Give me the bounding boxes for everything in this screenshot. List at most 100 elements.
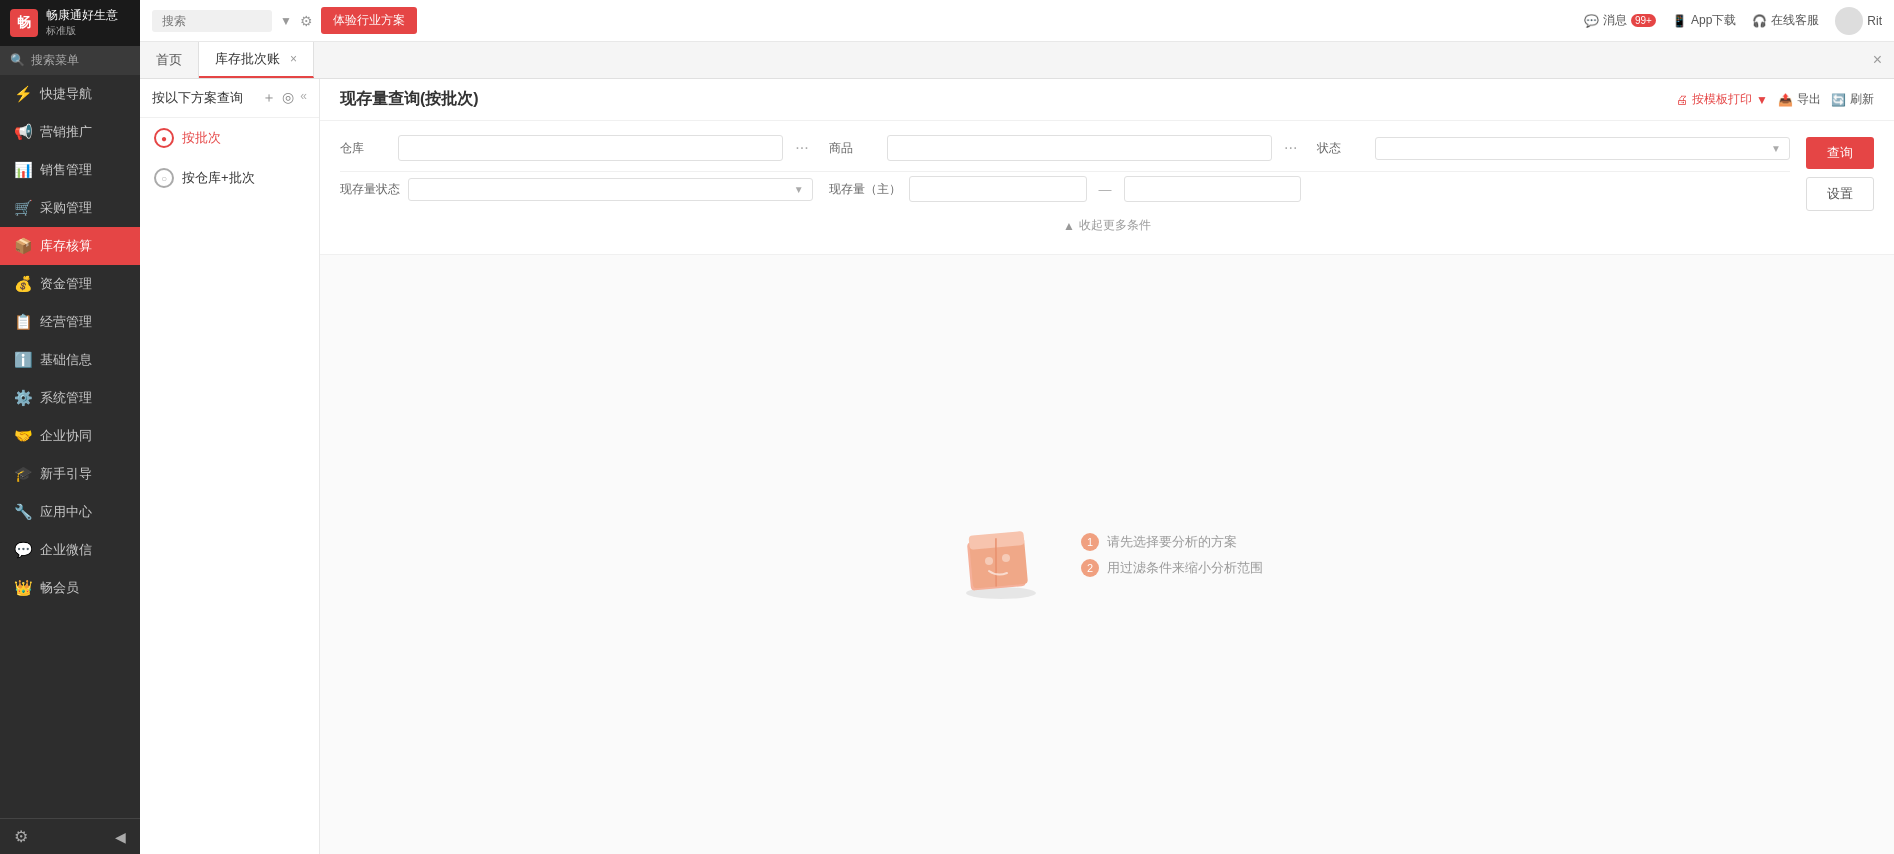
sidebar-item-label: 基础信息 — [40, 351, 92, 369]
sidebar-item-label: 快捷导航 — [40, 85, 92, 103]
inventory-qty-to[interactable] — [1124, 176, 1302, 202]
sidebar-item-management[interactable]: 📋 经营管理 — [0, 303, 140, 341]
tab-close-icon[interactable]: × — [290, 52, 297, 66]
topbar-dropdown-arrow[interactable]: ▼ — [280, 14, 292, 28]
panel-close-button[interactable]: × — [1861, 43, 1894, 77]
print-label: 按模板打印 — [1692, 91, 1752, 108]
sidebar-item-marketing[interactable]: 📢 营销推广 — [0, 113, 140, 151]
left-panel: 按以下方案查询 ＋ ◎ « ● 按批次 ○ 按仓库+批次 — [140, 79, 320, 854]
plan-item-warehouse-batch[interactable]: ○ 按仓库+批次 — [140, 158, 319, 198]
left-panel-icons: ＋ ◎ « — [262, 89, 307, 107]
topbar-gear-icon[interactable]: ⚙ — [300, 13, 313, 29]
print-dropdown-arrow[interactable]: ▼ — [1756, 93, 1768, 107]
main-area: ▼ ⚙ 体验行业方案 💬 消息 99+ 📱 App下载 🎧 在线客服 Rit — [140, 0, 1894, 854]
basics-icon: ℹ️ — [14, 351, 32, 369]
sidebar-item-finance[interactable]: 💰 资金管理 — [0, 265, 140, 303]
user-avatar — [1835, 7, 1863, 35]
page-title: 现存量查询(按批次) — [340, 89, 479, 110]
system-icon: ⚙️ — [14, 389, 32, 407]
phone-icon: 📱 — [1672, 14, 1687, 28]
export-label: 导出 — [1797, 91, 1821, 108]
collapse-icon: ▲ — [1063, 219, 1075, 233]
inventory-qty-from[interactable] — [909, 176, 1087, 202]
sidebar-item-inventory[interactable]: 📦 库存核算 — [0, 227, 140, 265]
sidebar-item-sales[interactable]: 📊 销售管理 — [0, 151, 140, 189]
tab-inventory-batch-label: 库存批次账 — [215, 50, 280, 68]
online-service-item[interactable]: 🎧 在线客服 — [1752, 12, 1819, 29]
sidebar-item-label: 新手引导 — [40, 465, 92, 483]
status-select-arrow: ▼ — [1771, 143, 1781, 154]
sidebar-item-label: 经营管理 — [40, 313, 92, 331]
status-select[interactable]: ▼ — [1375, 137, 1790, 160]
app-download-item[interactable]: 📱 App下载 — [1672, 12, 1736, 29]
page-header-actions: 🖨 按模板打印 ▼ 📤 导出 🔄 刷新 — [1676, 91, 1874, 108]
print-button[interactable]: 🖨 按模板打印 ▼ — [1676, 91, 1768, 108]
inventory-status-select[interactable]: ▼ — [408, 178, 813, 201]
sidebar-item-label: 应用中心 — [40, 503, 92, 521]
collapse-panel-icon[interactable]: « — [300, 89, 307, 107]
query-button[interactable]: 查询 — [1806, 137, 1874, 169]
sidebar-item-purchase[interactable]: 🛒 采购管理 — [0, 189, 140, 227]
inventory-status-filter: 现存量状态 ▼ — [340, 178, 813, 201]
collapse-more-button[interactable]: ▲ 收起更多条件 — [340, 211, 1874, 240]
app-subtitle: 标准版 — [46, 24, 118, 38]
sidebar-item-apps[interactable]: 🔧 应用中心 — [0, 493, 140, 531]
tip2-number: 2 — [1081, 559, 1099, 577]
right-main: 现存量查询(按批次) 🖨 按模板打印 ▼ 📤 导出 🔄 刷新 — [320, 79, 1894, 854]
tab-home[interactable]: 首页 — [140, 42, 199, 78]
sidebar-item-basics[interactable]: ℹ️ 基础信息 — [0, 341, 140, 379]
experience-button[interactable]: 体验行业方案 — [321, 7, 417, 34]
user-profile[interactable]: Rit — [1835, 7, 1882, 35]
add-plan-icon[interactable]: ＋ — [262, 89, 276, 107]
warehouse-input[interactable] — [398, 135, 783, 161]
collapse-sidebar-icon[interactable]: ◀ — [115, 829, 126, 845]
settings-button[interactable]: 设置 — [1806, 177, 1874, 211]
sidebar-item-label: 畅会员 — [40, 579, 79, 597]
topbar: ▼ ⚙ 体验行业方案 💬 消息 99+ 📱 App下载 🎧 在线客服 Rit — [140, 0, 1894, 42]
settings-footer-icon[interactable]: ⚙ — [14, 827, 28, 846]
sidebar-item-guide[interactable]: 🎓 新手引导 — [0, 455, 140, 493]
sidebar-item-member[interactable]: 👑 畅会员 — [0, 569, 140, 607]
plan-item-batch[interactable]: ● 按批次 — [140, 118, 319, 158]
sidebar-item-system[interactable]: ⚙️ 系统管理 — [0, 379, 140, 417]
filter-actions: 查询 设置 — [1790, 135, 1874, 211]
refresh-button[interactable]: 🔄 刷新 — [1831, 91, 1874, 108]
status-filter: 状态 ▼ — [1317, 137, 1790, 160]
product-label: 商品 — [829, 140, 879, 157]
product-dots[interactable]: ··· — [1280, 139, 1301, 157]
product-input[interactable] — [887, 135, 1272, 161]
sidebar-item-enterprise[interactable]: 🤝 企业协同 — [0, 417, 140, 455]
member-icon: 👑 — [14, 579, 32, 597]
product-filter: 商品 ··· — [829, 135, 1302, 161]
empty-tips: 1 请先选择要分析的方案 2 用过滤条件来缩小分析范围 — [1081, 533, 1263, 577]
topbar-right: 💬 消息 99+ 📱 App下载 🎧 在线客服 Rit — [1584, 7, 1882, 35]
svg-point-5 — [985, 557, 993, 565]
messages-item[interactable]: 💬 消息 99+ — [1584, 12, 1656, 29]
inventory-status-arrow: ▼ — [794, 184, 804, 195]
filter-row-2: 现存量状态 ▼ 现存量（主） — — [340, 176, 1790, 202]
warehouse-label: 仓库 — [340, 140, 390, 157]
sidebar-search[interactable]: 🔍 搜索菜单 — [0, 46, 140, 75]
warehouse-dots[interactable]: ··· — [791, 139, 812, 157]
plan-warehouse-icon: ○ — [154, 168, 174, 188]
empty-state: 1 请先选择要分析的方案 2 用过滤条件来缩小分析范围 — [320, 255, 1894, 854]
topbar-search-input[interactable] — [152, 10, 272, 32]
topbar-left: ▼ ⚙ 体验行业方案 — [152, 7, 1576, 34]
empty-illustration — [951, 505, 1051, 605]
plan-batch-icon: ● — [154, 128, 174, 148]
sidebar-item-wechat[interactable]: 💬 企业微信 — [0, 531, 140, 569]
tip1-text: 请先选择要分析的方案 — [1107, 533, 1237, 551]
app-logo: 畅 — [10, 9, 38, 37]
sidebar-item-label: 采购管理 — [40, 199, 92, 217]
marketing-icon: 📢 — [14, 123, 32, 141]
sidebar-item-quick-nav[interactable]: ⚡ 快捷导航 — [0, 75, 140, 113]
export-button[interactable]: 📤 导出 — [1778, 91, 1821, 108]
app-download-label: App下载 — [1691, 12, 1736, 29]
tab-inventory-batch[interactable]: 库存批次账 × — [199, 42, 314, 78]
sidebar-item-label: 系统管理 — [40, 389, 92, 407]
tip1-number: 1 — [1081, 533, 1099, 551]
sidebar-footer: ⚙ ◀ — [0, 818, 140, 854]
settings-plan-icon[interactable]: ◎ — [282, 89, 294, 107]
sidebar-item-label: 库存核算 — [40, 237, 92, 255]
export-icon: 📤 — [1778, 93, 1793, 107]
